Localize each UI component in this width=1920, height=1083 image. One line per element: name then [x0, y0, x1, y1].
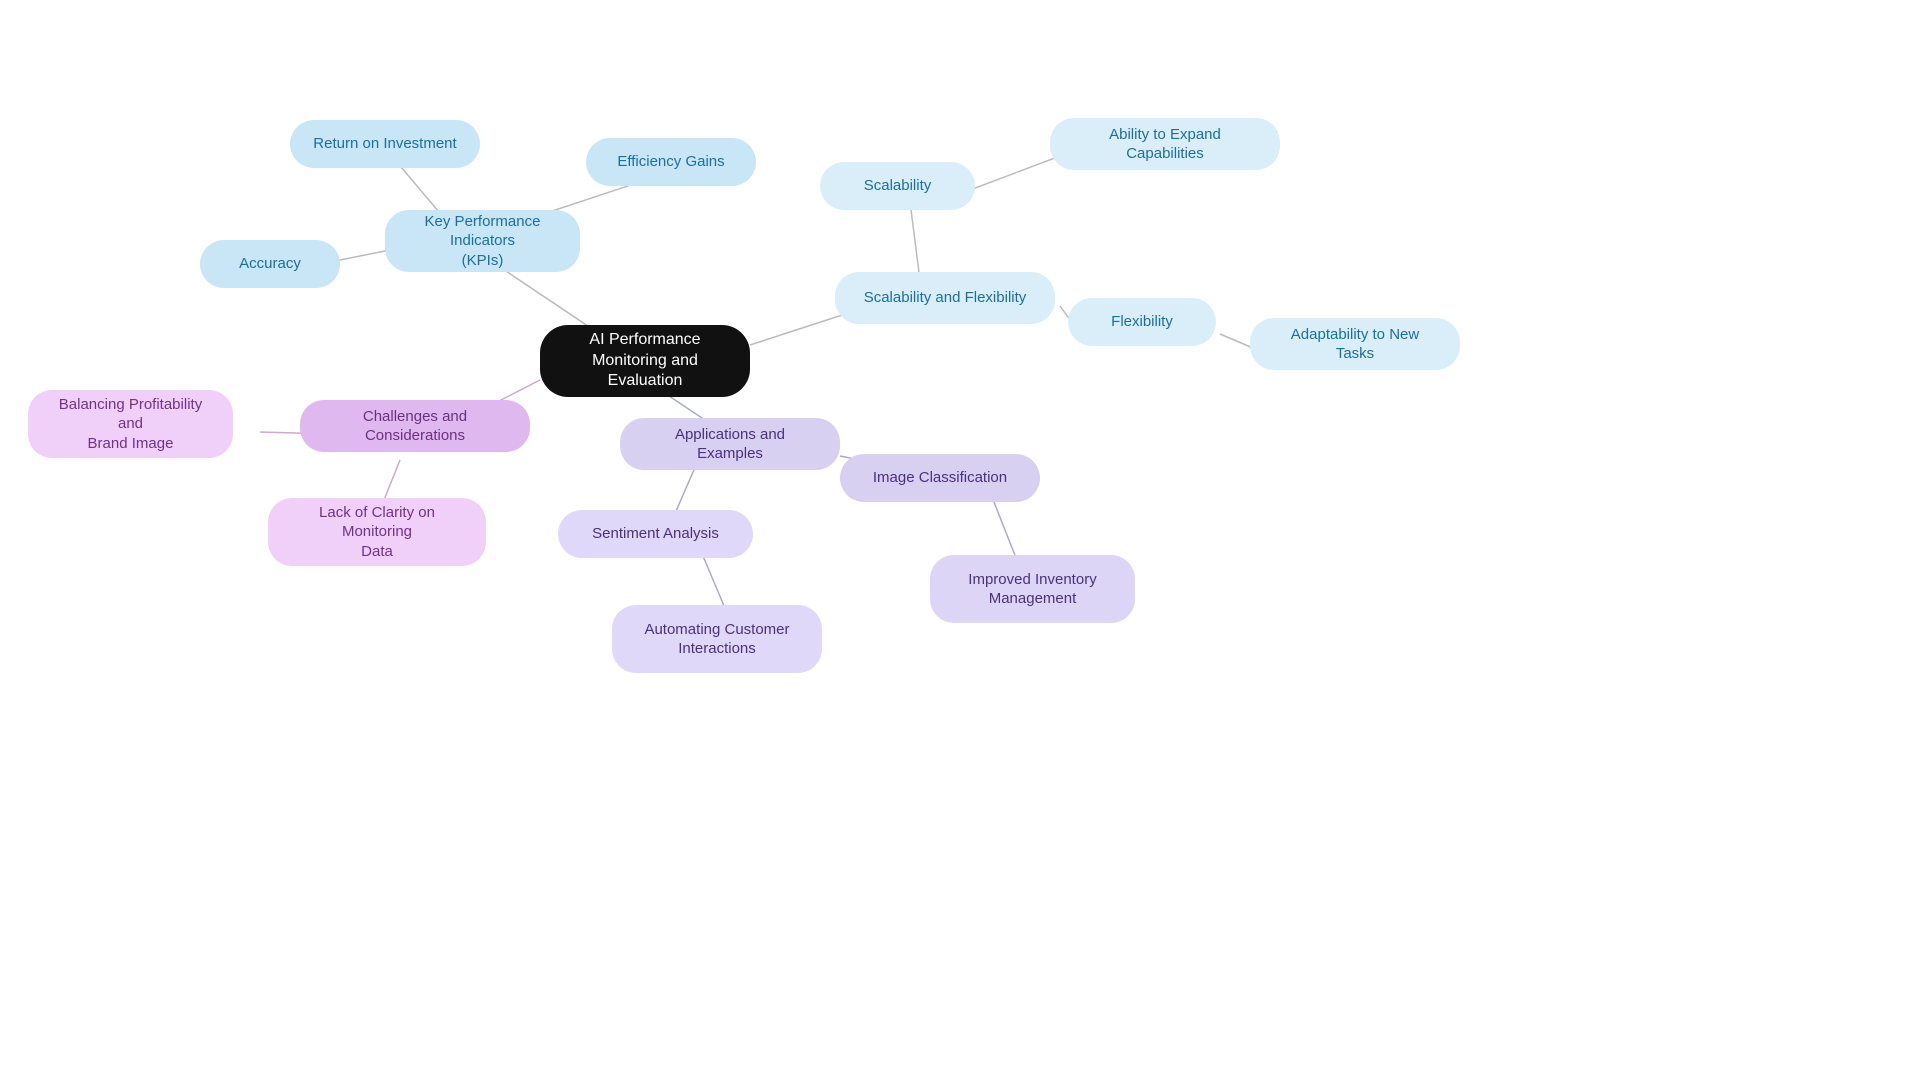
ability-node: Ability to Expand Capabilities: [1050, 118, 1280, 170]
kpi-label: Key Performance Indicators (KPIs): [405, 212, 560, 271]
kpi-node: Key Performance Indicators (KPIs): [385, 210, 580, 272]
image-class-node: Image Classification: [840, 454, 1040, 502]
scalability-node: Scalability: [820, 162, 975, 210]
inventory-node: Improved Inventory Management: [930, 555, 1135, 623]
image-class-label: Image Classification: [873, 468, 1007, 488]
ability-label: Ability to Expand Capabilities: [1070, 125, 1260, 164]
sentiment-node: Sentiment Analysis: [558, 510, 753, 558]
center-node: AI Performance Monitoring and Evaluation: [540, 325, 750, 397]
adaptability-node: Adaptability to New Tasks: [1250, 318, 1460, 370]
apps-label: Applications and Examples: [640, 425, 820, 464]
flexibility-node: Flexibility: [1068, 298, 1216, 346]
lack-clarity-label: Lack of Clarity on Monitoring Data: [288, 503, 466, 562]
balancing-label: Balancing Profitability and Brand Image: [48, 395, 213, 454]
center-label: AI Performance Monitoring and Evaluation: [560, 330, 730, 392]
lack-clarity-node: Lack of Clarity on Monitoring Data: [268, 498, 486, 566]
adaptability-label: Adaptability to New Tasks: [1270, 325, 1440, 364]
challenges-node: Challenges and Considerations: [300, 400, 530, 452]
inventory-label: Improved Inventory Management: [968, 570, 1096, 609]
efficiency-node: Efficiency Gains: [586, 138, 756, 186]
automating-node: Automating Customer Interactions: [612, 605, 822, 673]
scalability-flex-node: Scalability and Flexibility: [835, 272, 1055, 324]
efficiency-label: Efficiency Gains: [617, 152, 724, 172]
flexibility-label: Flexibility: [1111, 312, 1173, 332]
accuracy-node: Accuracy: [200, 240, 340, 288]
challenges-label: Challenges and Considerations: [320, 407, 510, 446]
roi-label: Return on Investment: [313, 134, 456, 154]
roi-node: Return on Investment: [290, 120, 480, 168]
automating-label: Automating Customer Interactions: [644, 620, 789, 659]
accuracy-label: Accuracy: [239, 254, 301, 274]
scalability-label: Scalability: [864, 176, 932, 196]
apps-node: Applications and Examples: [620, 418, 840, 470]
scalability-flex-label: Scalability and Flexibility: [864, 288, 1027, 308]
sentiment-label: Sentiment Analysis: [592, 524, 719, 544]
balancing-node: Balancing Profitability and Brand Image: [28, 390, 233, 458]
